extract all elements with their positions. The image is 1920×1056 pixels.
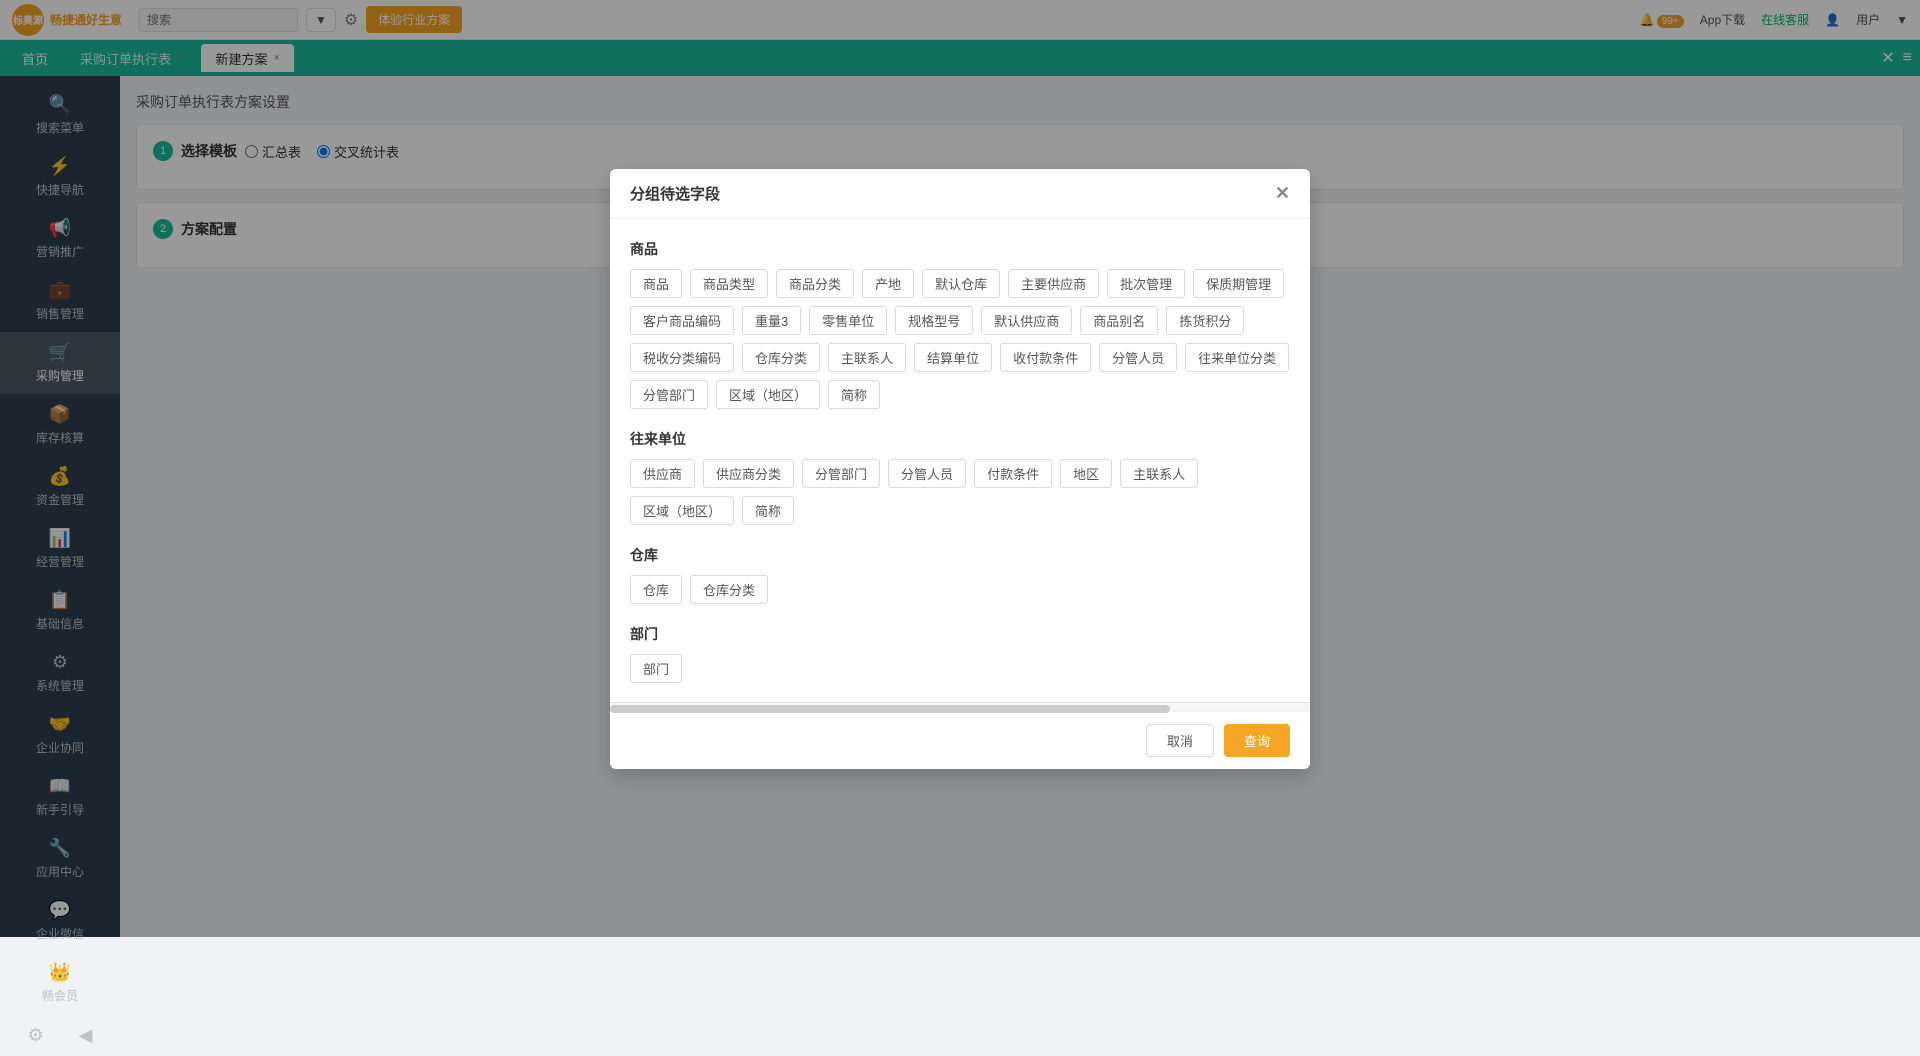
field-tag[interactable]: 仓库分类 — [690, 575, 768, 604]
field-tag[interactable]: 主联系人 — [828, 343, 906, 372]
section-counterparty-title: 往来单位 — [630, 429, 1290, 449]
field-tag[interactable]: 结算单位 — [914, 343, 992, 372]
member-icon: 👑 — [49, 962, 71, 983]
field-tag[interactable]: 供应商分类 — [703, 459, 794, 488]
field-tag[interactable]: 简称 — [828, 380, 880, 409]
warehouse-fields: 仓库 仓库分类 — [630, 575, 1290, 604]
section-department-title: 部门 — [630, 624, 1290, 644]
field-tag[interactable]: 零售单位 — [809, 306, 887, 335]
sidebar-item-member[interactable]: 👑 畅会员 — [0, 952, 120, 1014]
section-product: 商品 商品 商品类型 商品分类 产地 默认仓库 主要供应商 批次管理 保质期管理… — [630, 239, 1290, 409]
field-tag[interactable]: 供应商 — [630, 459, 695, 488]
field-tag[interactable]: 部门 — [630, 654, 682, 683]
modal-cancel-button[interactable]: 取消 — [1146, 724, 1214, 757]
field-tag[interactable]: 默认仓库 — [922, 269, 1000, 298]
field-tag[interactable]: 付款条件 — [974, 459, 1052, 488]
modal-body: 商品 商品 商品类型 商品分类 产地 默认仓库 主要供应商 批次管理 保质期管理… — [610, 219, 1310, 703]
field-tag[interactable]: 区域（地区） — [716, 380, 820, 409]
field-tag[interactable]: 分管人员 — [888, 459, 966, 488]
field-tag[interactable]: 地区 — [1060, 459, 1112, 488]
field-tag[interactable]: 主要供应商 — [1008, 269, 1099, 298]
field-select-modal: 分组待选字段 ✕ 商品 商品 商品类型 商品分类 产地 默认仓库 主要供应商 批… — [610, 169, 1310, 769]
modal-footer: 取消 查询 — [610, 711, 1310, 769]
collapse-sidebar-icon[interactable]: ◀ — [79, 1025, 93, 1046]
product-fields: 商品 商品类型 商品分类 产地 默认仓库 主要供应商 批次管理 保质期管理 客户… — [630, 269, 1290, 409]
field-tag[interactable]: 客户商品编码 — [630, 306, 734, 335]
counterparty-fields: 供应商 供应商分类 分管部门 分管人员 付款条件 地区 主联系人 区域（地区） … — [630, 459, 1290, 525]
department-fields: 部门 — [630, 654, 1290, 683]
field-tag[interactable]: 批次管理 — [1107, 269, 1185, 298]
field-tag[interactable]: 保质期管理 — [1193, 269, 1284, 298]
modal-close-button[interactable]: ✕ — [1275, 183, 1290, 204]
field-tag[interactable]: 分管部门 — [630, 380, 708, 409]
modal-hscroll[interactable] — [610, 702, 1310, 710]
field-tag[interactable]: 仓库 — [630, 575, 682, 604]
settings-bottom-icon[interactable]: ⚙ — [28, 1025, 44, 1046]
field-tag[interactable]: 商品 — [630, 269, 682, 298]
field-tag[interactable]: 往来单位分类 — [1185, 343, 1289, 372]
modal-header: 分组待选字段 ✕ — [610, 169, 1310, 219]
field-tag[interactable]: 简称 — [742, 496, 794, 525]
field-tag[interactable]: 仓库分类 — [742, 343, 820, 372]
field-tag[interactable]: 商品类型 — [690, 269, 768, 298]
modal-title: 分组待选字段 — [630, 183, 720, 204]
section-department: 部门 部门 — [630, 624, 1290, 683]
field-tag[interactable]: 拣货积分 — [1166, 306, 1244, 335]
field-tag[interactable]: 主联系人 — [1120, 459, 1198, 488]
sidebar-bottom: ⚙ ◀ — [0, 1014, 120, 1056]
modal-overlay: 分组待选字段 ✕ 商品 商品 商品类型 商品分类 产地 默认仓库 主要供应商 批… — [0, 0, 1920, 937]
field-tag[interactable]: 重量3 — [742, 306, 801, 335]
field-tag[interactable]: 收付款条件 — [1000, 343, 1091, 372]
section-warehouse-title: 仓库 — [630, 545, 1290, 565]
field-tag[interactable]: 区域（地区） — [630, 496, 734, 525]
field-tag[interactable]: 商品别名 — [1080, 306, 1158, 335]
section-product-title: 商品 — [630, 239, 1290, 259]
field-tag[interactable]: 分管部门 — [802, 459, 880, 488]
modal-confirm-button[interactable]: 查询 — [1224, 724, 1290, 757]
section-counterparty: 往来单位 供应商 供应商分类 分管部门 分管人员 付款条件 地区 主联系人 区域… — [630, 429, 1290, 525]
field-tag[interactable]: 产地 — [862, 269, 914, 298]
field-tag[interactable]: 税收分类编码 — [630, 343, 734, 372]
field-tag[interactable]: 默认供应商 — [981, 306, 1072, 335]
field-tag[interactable]: 商品分类 — [776, 269, 854, 298]
field-tag[interactable]: 分管人员 — [1099, 343, 1177, 372]
section-warehouse: 仓库 仓库 仓库分类 — [630, 545, 1290, 604]
field-tag[interactable]: 规格型号 — [895, 306, 973, 335]
sidebar-label-member: 畅会员 — [42, 987, 78, 1004]
modal-hscroll-thumb — [610, 705, 1170, 713]
